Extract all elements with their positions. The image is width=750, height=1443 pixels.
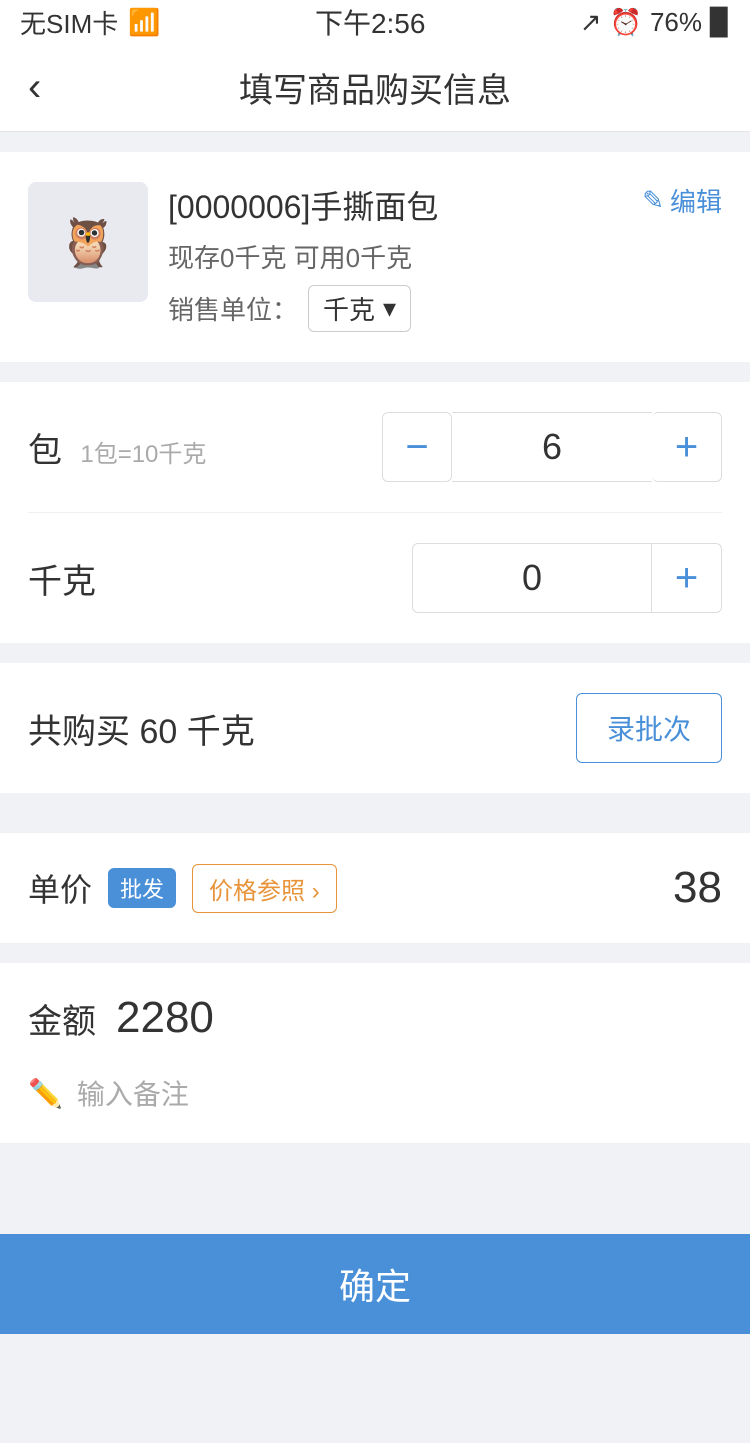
status-time: 下午2:56 xyxy=(315,2,426,42)
location-icon: ↗ xyxy=(580,7,602,38)
unit-label: 销售单位： xyxy=(168,290,298,327)
confirm-bar[interactable]: 确定 xyxy=(0,1234,750,1334)
total-text: 共购买 60 千克 xyxy=(28,704,255,753)
edit-icon: ✎ xyxy=(642,185,664,216)
nav-bar: ‹ 填写商品购买信息 xyxy=(0,44,750,132)
quantity-control-kg: + xyxy=(412,543,722,613)
back-button[interactable]: ‹ xyxy=(28,65,41,110)
quantity-unit-sub: 1包=10千克 xyxy=(80,441,206,468)
quantity-unit-bao: 包 xyxy=(28,432,62,470)
quantity-label-bao: 包 1包=10千克 xyxy=(28,423,382,472)
price-label: 单价 xyxy=(28,865,92,911)
quantity-control-bao: − + xyxy=(382,412,722,482)
product-image: 🦉 xyxy=(28,182,148,302)
status-bar: 无SIM卡 📶 下午2:56 ↗ ⏰ 76% ▉ xyxy=(0,0,750,44)
dropdown-arrow-icon: ▾ xyxy=(383,293,396,324)
amount-label: 金额 xyxy=(28,994,96,1043)
edit-button[interactable]: ✎ 编辑 xyxy=(642,182,722,219)
plus-button-kg[interactable]: + xyxy=(652,543,722,613)
price-left: 单价 批发 价格参照 › xyxy=(28,864,337,913)
total-row: 共购买 60 千克 录批次 xyxy=(0,663,750,793)
product-owl-icon: 🦉 xyxy=(58,214,118,271)
product-info: [0000006]手撕面包 现存0千克 可用0千克 销售单位： 千克 ▾ xyxy=(168,182,722,332)
product-name: [0000006]手撕面包 xyxy=(168,182,722,228)
price-section: 单价 批发 价格参照 › 38 xyxy=(0,833,750,943)
quantity-input-bao[interactable] xyxy=(452,412,652,482)
price-value: 38 xyxy=(673,863,722,913)
remark-row[interactable]: ✏️ 输入备注 xyxy=(28,1063,722,1123)
status-carrier: 无SIM卡 📶 xyxy=(20,4,161,41)
remark-placeholder: 输入备注 xyxy=(77,1073,189,1113)
plus-button-bao[interactable]: + xyxy=(652,412,722,482)
unit-dropdown[interactable]: 千克 ▾ xyxy=(308,285,411,332)
price-row: 单价 批发 价格参照 › 38 xyxy=(28,863,722,913)
batch-button[interactable]: 录批次 xyxy=(576,693,722,763)
amount-section: 金额 2280 ✏️ 输入备注 xyxy=(0,963,750,1143)
quantity-unit-kg: 千克 xyxy=(28,563,96,601)
pencil-icon: ✏️ xyxy=(28,1077,63,1110)
wifi-icon: 📶 xyxy=(128,7,160,38)
alarm-icon: ⏰ xyxy=(610,7,642,38)
separator-1 xyxy=(0,793,750,813)
page-title: 填写商品购买信息 xyxy=(239,63,511,112)
edit-label: 编辑 xyxy=(670,182,722,219)
battery-level: 76% xyxy=(650,7,702,38)
quantity-label-kg: 千克 xyxy=(28,554,412,603)
amount-value: 2280 xyxy=(116,993,214,1043)
unit-value: 千克 xyxy=(323,290,375,327)
price-ref-button[interactable]: 价格参照 › xyxy=(192,864,337,913)
battery-icon: ▉ xyxy=(710,7,730,38)
quantity-row-kg: 千克 + xyxy=(28,513,722,643)
minus-button-bao[interactable]: − xyxy=(382,412,452,482)
quantity-row-bao: 包 1包=10千克 − + xyxy=(28,382,722,513)
quantity-input-kg[interactable] xyxy=(412,543,652,613)
amount-row: 金额 2280 xyxy=(28,993,722,1043)
product-card: 🦉 [0000006]手撕面包 现存0千克 可用0千克 销售单位： 千克 ▾ ✎… xyxy=(0,152,750,362)
product-unit-row: 销售单位： 千克 ▾ xyxy=(168,285,722,332)
wholesale-tag: 批发 xyxy=(108,868,176,908)
confirm-label: 确定 xyxy=(339,1258,411,1310)
quantity-section: 包 1包=10千克 − + 千克 + xyxy=(0,382,750,643)
product-stock: 现存0千克 可用0千克 xyxy=(168,238,722,275)
status-right: ↗ ⏰ 76% ▉ xyxy=(580,7,730,38)
